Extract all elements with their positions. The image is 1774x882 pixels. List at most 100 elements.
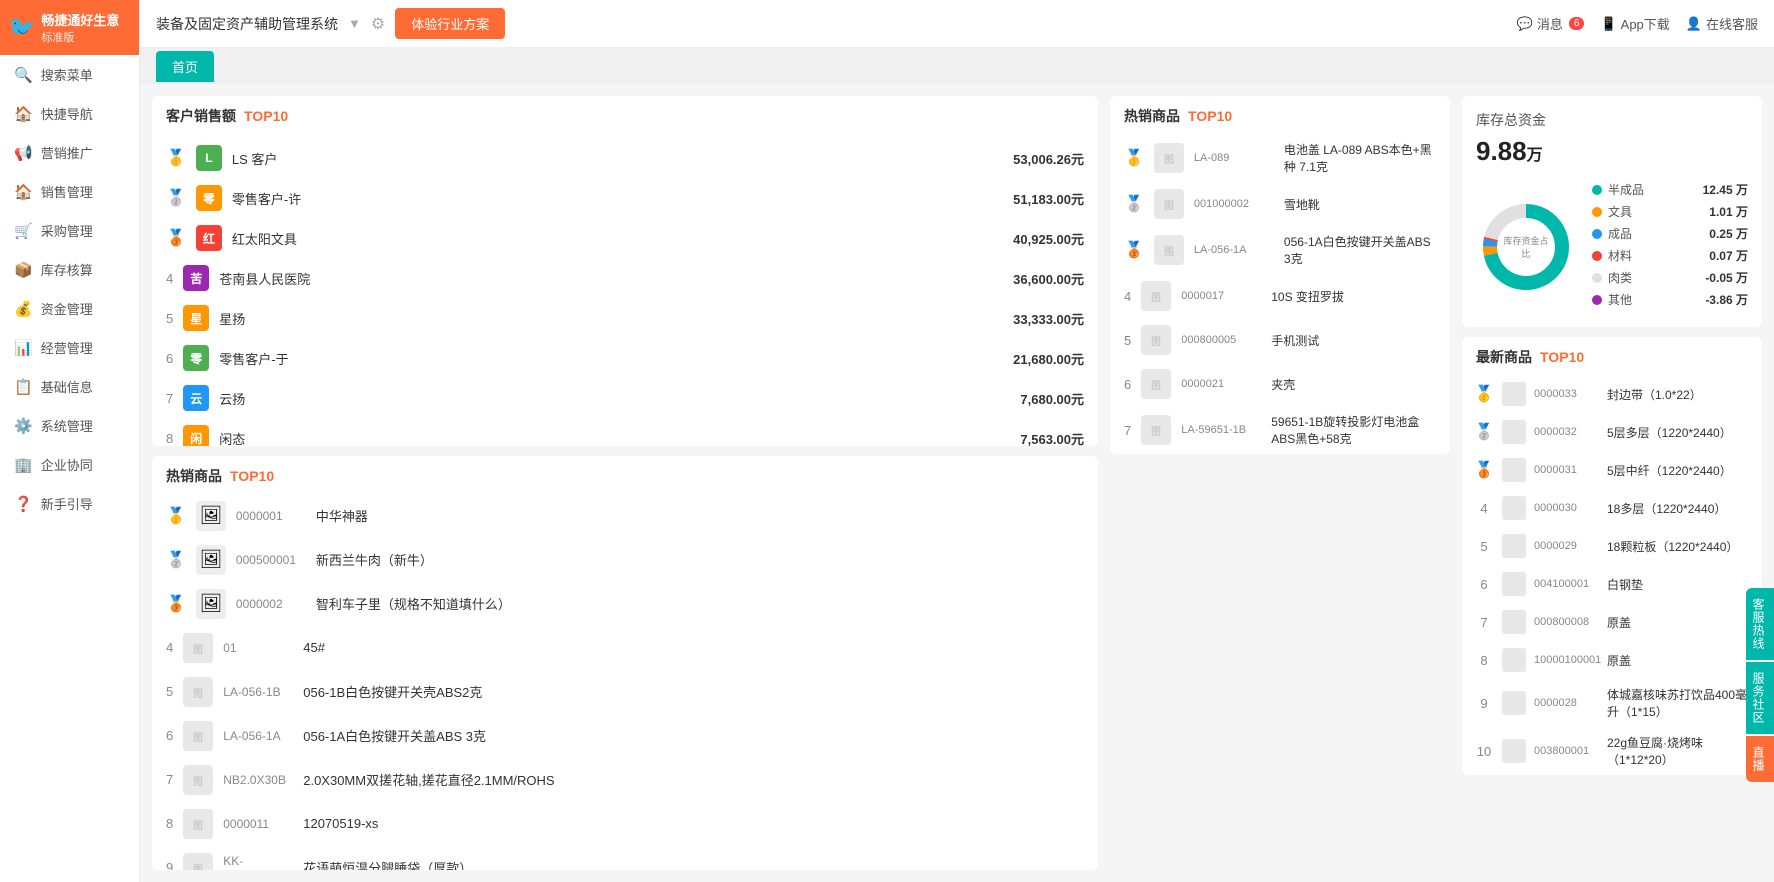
middle-column: 热销商品 TOP10 🥇 图 LA-089 电池盖 LA-089 ABS本色+黑… bbox=[1110, 96, 1450, 870]
title-arrow-icon: ▼ bbox=[348, 16, 361, 31]
np-name: 体城嘉核味苏打饮品400毫升（1*15） bbox=[1607, 686, 1750, 720]
sidebar-item-finance[interactable]: 💰 资金管理 bbox=[0, 289, 139, 328]
product-thumb: 图 bbox=[1141, 369, 1171, 399]
legend-name: 成品 bbox=[1608, 225, 1632, 242]
np-code: 0000032 bbox=[1534, 426, 1599, 438]
sidebar-item-operations[interactable]: 📊 经营管理 bbox=[0, 328, 139, 367]
product-name: 056-1B白色按键开关壳ABS2克 bbox=[303, 682, 1084, 701]
message-button[interactable]: 💬 消息 6 bbox=[1517, 14, 1585, 33]
sidebar-item-sales[interactable]: 🏠 销售管理 bbox=[0, 172, 139, 211]
sidebar-item-system[interactable]: ⚙️ 系统管理 bbox=[0, 406, 139, 445]
hot-product-item: 8 图 0000011 12070519-xs bbox=[152, 802, 1098, 846]
hot-product-mid-item: 🥉 图 LA-056-1A 056-1A白色按键开关盖ABS 3克 bbox=[1110, 226, 1450, 274]
product-code: LA-056-1A bbox=[223, 729, 293, 743]
new-product-item: 8 10000100001 原盖 bbox=[1462, 641, 1762, 679]
product-thumb: 图 bbox=[183, 677, 213, 707]
new-products-card: 最新商品 TOP10 🥇 0000033 封边带（1.0*22） 🥈 00000… bbox=[1462, 337, 1762, 775]
sidebar-item-enterprise[interactable]: 🏢 企业协同 bbox=[0, 445, 139, 484]
hp-mid-title: 热销商品 bbox=[1124, 106, 1180, 126]
customer-ranking-title: 客户销售额 bbox=[166, 106, 236, 126]
sidebar-item-label: 销售管理 bbox=[41, 182, 93, 201]
rank-medal: 9 bbox=[166, 860, 173, 870]
sidebar-item-purchase[interactable]: 🛒 采购管理 bbox=[0, 211, 139, 250]
product-name: 2.0X30MM双搓花轴,搓花直径2.1MM/ROHS bbox=[303, 770, 1084, 789]
product-code: 000500001 bbox=[236, 553, 306, 567]
customer-amount: 21,680.00元 bbox=[1013, 349, 1084, 368]
rank-medal: 5 bbox=[166, 311, 173, 326]
cs-community-button[interactable]: 服务社区 bbox=[1746, 662, 1774, 734]
customer-rank-item: 🥉 红 红太阳文具 40,925.00元 bbox=[152, 218, 1098, 258]
hot-products-header: 热销商品 TOP10 bbox=[152, 456, 1098, 494]
svg-text:图: 图 bbox=[193, 864, 203, 870]
product-name: 电池盖 LA-089 ABS本色+黑种 7.1克 bbox=[1284, 141, 1436, 175]
sidebar-item-label: 快捷导航 bbox=[41, 104, 93, 123]
rank-medal: 5 bbox=[1124, 333, 1131, 348]
rank-medal: 🥈 bbox=[166, 550, 186, 570]
sidebar-item-quicknav[interactable]: 🏠 快捷导航 bbox=[0, 94, 139, 133]
gear-icon[interactable]: ⚙ bbox=[371, 14, 385, 34]
np-code: 003800001 bbox=[1534, 745, 1599, 757]
hot-product-item: 5 图 LA-056-1B 056-1B白色按键开关壳ABS2克 bbox=[152, 670, 1098, 714]
cs-hotline-button[interactable]: 客服热线 bbox=[1746, 588, 1774, 660]
legend-left: 半成品 bbox=[1592, 181, 1644, 198]
np-rank-medal: 10 bbox=[1474, 744, 1494, 759]
tab-home[interactable]: 首页 bbox=[156, 51, 214, 82]
finance-icon: 💰 bbox=[14, 300, 33, 318]
new-product-item: 🥈 0000032 5层多层（1220*2440） bbox=[1462, 413, 1762, 451]
new-product-item: 4 0000030 18多层（1220*2440） bbox=[1462, 489, 1762, 527]
rank-medal: 4 bbox=[166, 640, 173, 655]
customer-amount: 33,333.00元 bbox=[1013, 309, 1084, 328]
product-name: 手机测试 bbox=[1271, 332, 1436, 349]
system-title: 装备及固定资产辅助管理系统 bbox=[156, 14, 338, 34]
inventory-icon: 📦 bbox=[14, 261, 33, 279]
product-thumb: 图 bbox=[1141, 415, 1171, 445]
np-code: 0000029 bbox=[1534, 540, 1599, 552]
product-name: 056-1A白色按键开关盖ABS 3克 bbox=[1284, 233, 1436, 267]
product-code: 001000002 bbox=[1194, 198, 1274, 210]
sidebar-item-inventory[interactable]: 📦 库存核算 bbox=[0, 250, 139, 289]
legend-item: 材料 0.07 万 bbox=[1592, 247, 1748, 264]
service-icon: 👤 bbox=[1686, 16, 1702, 32]
service-button[interactable]: 👤 在线客服 bbox=[1686, 14, 1758, 33]
sidebar-item-label: 资金管理 bbox=[41, 299, 93, 318]
customer-ranking-header: 客户销售额 TOP10 bbox=[152, 96, 1098, 134]
customer-avatar: 闲 bbox=[183, 425, 209, 446]
product-code: LA-59651-1B bbox=[1181, 424, 1261, 436]
product-thumb: 图 bbox=[183, 809, 213, 839]
sidebar-item-base[interactable]: 📋 基础信息 bbox=[0, 367, 139, 406]
trial-button[interactable]: 体验行业方案 bbox=[395, 8, 505, 39]
hot-products-mid-list: 🥇 图 LA-089 电池盖 LA-089 ABS本色+黑种 7.1克 🥈 图 … bbox=[1110, 134, 1450, 454]
product-thumb: 图 bbox=[1141, 325, 1171, 355]
customer-service-float: 客服热线 服务社区 直播 bbox=[1746, 588, 1774, 782]
customer-rank-item: 6 零 零售客户-于 21,680.00元 bbox=[152, 338, 1098, 378]
legend-dot bbox=[1592, 229, 1602, 239]
product-name: 雪地靴 bbox=[1284, 196, 1436, 213]
rank-medal: 7 bbox=[166, 772, 173, 787]
np-name: 白钢垫 bbox=[1607, 576, 1750, 593]
sidebar-item-guide[interactable]: ❓ 新手引导 bbox=[0, 484, 139, 523]
sidebar-item-search[interactable]: 🔍 搜索菜单 bbox=[0, 55, 139, 94]
ops-icon: 📊 bbox=[14, 339, 33, 357]
customer-avatar: 红 bbox=[196, 225, 222, 251]
customer-ranking-list: 🥇 L LS 客户 53,006.26元 🥈 零 零售客户-许 51,183.0… bbox=[152, 134, 1098, 446]
np-name: 18多层（1220*2440） bbox=[1607, 500, 1750, 517]
inventory-chart-area: 库存资金占比 半成品 12.45 万 文具 1.01 万 成品 0.25 万 材… bbox=[1476, 181, 1748, 313]
rank-medal: 🥉 bbox=[166, 228, 186, 248]
app-download-button[interactable]: 📱 App下载 bbox=[1600, 14, 1669, 33]
sidebar-item-marketing[interactable]: 📢 营销推广 bbox=[0, 133, 139, 172]
np-name: 5层多层（1220*2440） bbox=[1607, 424, 1750, 441]
sales-icon: 🏠 bbox=[14, 183, 33, 201]
customer-amount: 40,925.00元 bbox=[1013, 229, 1084, 248]
hot-products-mid-card: 热销商品 TOP10 🥇 图 LA-089 电池盖 LA-089 ABS本色+黑… bbox=[1110, 96, 1450, 454]
home-icon: 🏠 bbox=[14, 105, 33, 123]
np-thumb bbox=[1502, 382, 1526, 406]
svg-text:图: 图 bbox=[1151, 292, 1161, 304]
cs-live-button[interactable]: 直播 bbox=[1746, 736, 1774, 782]
customer-rank-item: 7 云 云扬 7,680.00元 bbox=[152, 378, 1098, 418]
customer-name: 云扬 bbox=[219, 389, 1010, 408]
sidebar-item-label: 系统管理 bbox=[41, 416, 93, 435]
new-product-item: 7 000800008 原盖 bbox=[1462, 603, 1762, 641]
hot-products-list: 🥇 🖼 0000001 中华神器 🥈 🖼 000500001 新西兰牛肉（新牛）… bbox=[152, 494, 1098, 870]
np-code: 0000028 bbox=[1534, 697, 1599, 709]
customer-name: 零售客户-于 bbox=[219, 349, 1003, 368]
